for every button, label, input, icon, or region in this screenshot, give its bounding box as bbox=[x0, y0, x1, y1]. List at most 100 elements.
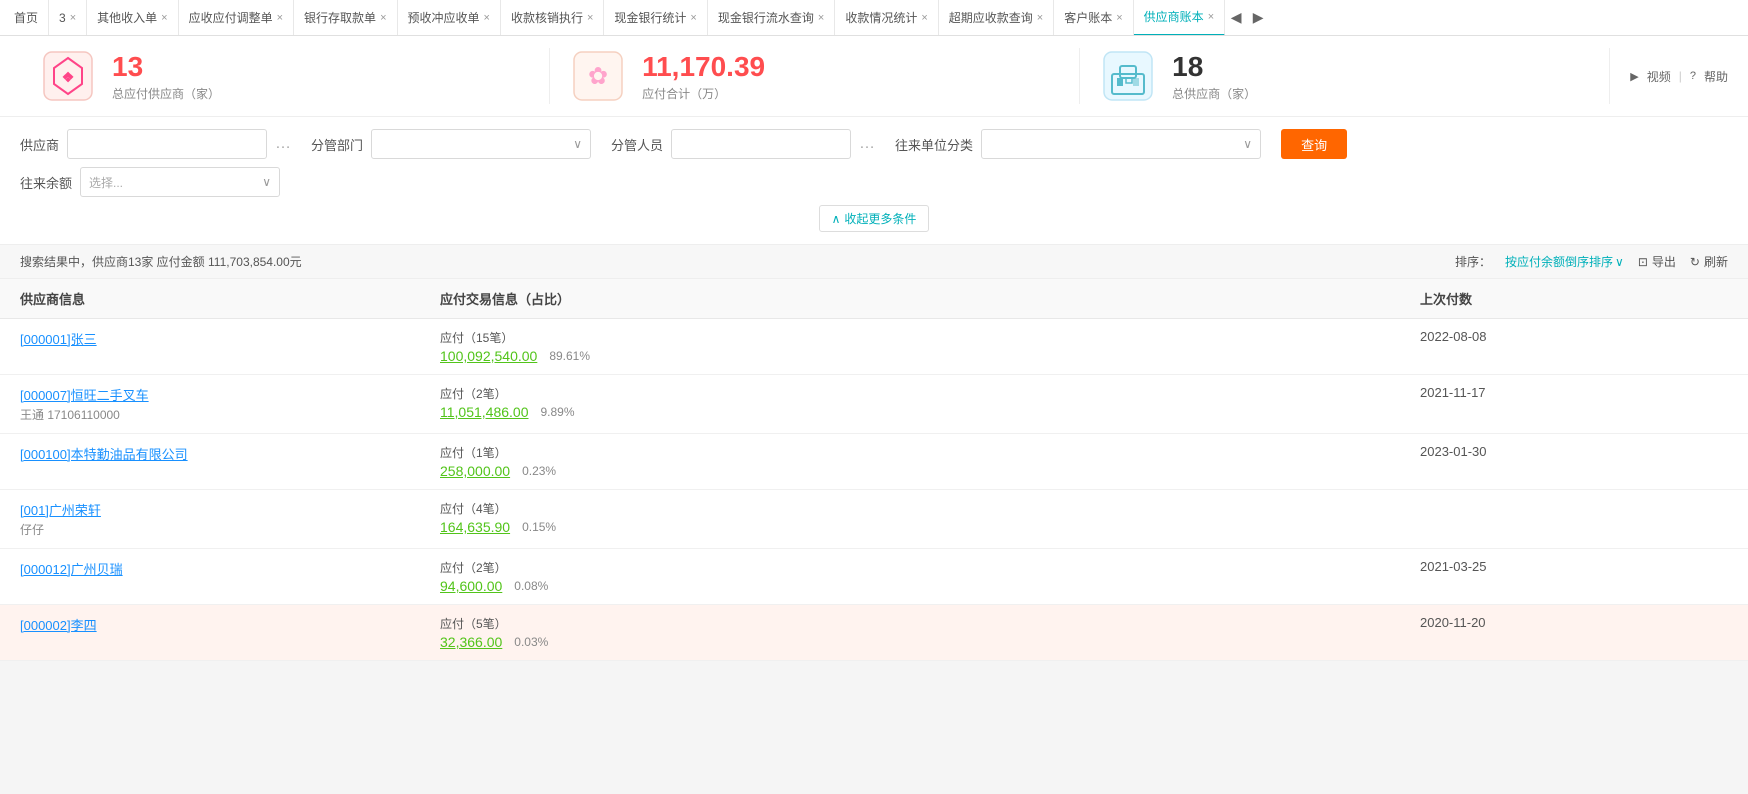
nav-tab-supplier-account[interactable]: 供应商账本 × bbox=[1134, 0, 1225, 36]
nav-tab-cash-bank-stats-label: 现金银行统计 bbox=[614, 9, 686, 26]
last-pay-date-cell: 2020-11-20 bbox=[1400, 605, 1748, 661]
supplier-link[interactable]: [000007]恒旺二手叉车 bbox=[20, 388, 149, 403]
nav-tab-overdue-collect[interactable]: 超期应收款查询 × bbox=[939, 0, 1054, 36]
nav-tab-prepay-collect[interactable]: 预收冲应收单 × bbox=[398, 0, 501, 36]
nav-tab-collect-stats[interactable]: 收款情况统计 × bbox=[835, 0, 938, 36]
refresh-icon: ↻ bbox=[1690, 255, 1700, 269]
supplier-link[interactable]: [000002]李四 bbox=[20, 618, 97, 633]
nav-tab-cash-bank-stats[interactable]: 现金银行统计 × bbox=[604, 0, 707, 36]
balance-select[interactable]: 选择... ∨ bbox=[80, 167, 280, 197]
sort-value: 按应付余额倒序排序 bbox=[1505, 253, 1613, 270]
nav-tab-cash-bank-flow[interactable]: 现金银行流水查询 × bbox=[708, 0, 835, 36]
close-icon[interactable]: × bbox=[587, 12, 593, 24]
last-pay-date-cell: 2021-11-17 bbox=[1400, 375, 1748, 434]
nav-tab-bank-deposit[interactable]: 银行存取款单 × bbox=[294, 0, 397, 36]
payable-info-cell: 应付（5笔）32,366.000.03% bbox=[420, 605, 800, 661]
pay-amount-link[interactable]: 11,051,486.00 bbox=[440, 404, 529, 420]
supplier-link[interactable]: [000100]本特勤油品有限公司 bbox=[20, 447, 188, 462]
pay-count: 应付（4笔） bbox=[440, 500, 780, 517]
filter-person: 分管人员 … bbox=[611, 129, 875, 159]
export-button[interactable]: ⊡ 导出 bbox=[1638, 253, 1676, 270]
supplier-info-cell: [000002]李四 bbox=[0, 605, 420, 661]
refresh-button[interactable]: ↻ 刷新 bbox=[1690, 253, 1728, 270]
nav-tab-ap-adjust[interactable]: 应收应付调整单 × bbox=[179, 0, 294, 36]
dept-select[interactable]: ∨ bbox=[371, 129, 591, 159]
close-icon[interactable]: × bbox=[484, 12, 490, 24]
pct-bar-cell bbox=[800, 605, 1400, 661]
category-select[interactable]: ∨ bbox=[981, 129, 1261, 159]
stat-payable-total: ✿ 11,170.39 应付合计（万） bbox=[550, 48, 1080, 104]
payable-info-cell: 应付（4笔） 164,635.90 0.15% bbox=[420, 490, 800, 549]
sort-select[interactable]: 按应付余额倒序排序 ∨ bbox=[1505, 253, 1624, 270]
category-label: 往来单位分类 bbox=[895, 135, 973, 154]
filter-balance: 往来余额 选择... ∨ bbox=[20, 167, 280, 197]
payable-total-count: 11,170.39 bbox=[642, 50, 765, 84]
close-icon[interactable]: × bbox=[70, 12, 76, 24]
close-icon[interactable]: × bbox=[1208, 11, 1214, 23]
payable-total-icon: ✿ bbox=[570, 48, 626, 104]
video-link[interactable]: 视频 bbox=[1647, 68, 1671, 85]
close-icon[interactable]: × bbox=[921, 12, 927, 24]
pay-percentage: 0.15% bbox=[522, 520, 556, 534]
supplier-dots[interactable]: … bbox=[275, 135, 291, 153]
right-actions: 排序： 按应付余额倒序排序 ∨ ⊡ 导出 ↻ 刷新 bbox=[1455, 253, 1728, 270]
query-button[interactable]: 查询 bbox=[1281, 129, 1347, 159]
nav-tab-other-income[interactable]: 其他收入单 × bbox=[87, 0, 178, 36]
nav-next-arrow[interactable]: ▶ bbox=[1247, 0, 1269, 36]
table-row: [000012]广州贝瑞应付（2笔）94,600.000.08%2021-03-… bbox=[0, 549, 1748, 605]
nav-tab-collect-exec-label: 收款核销执行 bbox=[511, 9, 583, 26]
dept-label: 分管部门 bbox=[311, 135, 363, 154]
nav-tab-bank-deposit-label: 银行存取款单 bbox=[304, 9, 376, 26]
help-link[interactable]: 帮助 bbox=[1704, 68, 1728, 85]
close-icon[interactable]: × bbox=[277, 12, 283, 24]
pay-amount-link[interactable]: 100,092,540.00 bbox=[440, 348, 537, 364]
person-input[interactable] bbox=[671, 129, 851, 159]
nav-tab-cash-bank-flow-label: 现金银行流水查询 bbox=[718, 9, 814, 26]
supplier-link[interactable]: [001]广州荣轩 bbox=[20, 503, 101, 518]
payable-total-label: 应付合计（万） bbox=[642, 85, 765, 102]
pay-amount-row: 100,092,540.00 89.61% bbox=[440, 348, 780, 364]
supplier-link[interactable]: [000001]张三 bbox=[20, 332, 97, 347]
close-icon[interactable]: × bbox=[380, 12, 386, 24]
filter-dept: 分管部门 ∨ bbox=[311, 129, 591, 159]
pay-amount-row: 258,000.00 0.23% bbox=[440, 463, 780, 479]
nav-tab-3[interactable]: 3 × bbox=[49, 0, 87, 36]
close-icon[interactable]: × bbox=[161, 12, 167, 24]
pay-percentage: 89.61% bbox=[549, 349, 590, 363]
supplier-link[interactable]: [000012]广州贝瑞 bbox=[20, 562, 123, 577]
last-pay-date-cell: 2022-08-08 bbox=[1400, 319, 1748, 375]
supplier-sub-info: 仔仔 bbox=[20, 521, 400, 538]
close-icon[interactable]: × bbox=[1116, 12, 1122, 24]
supplier-input[interactable] bbox=[67, 129, 267, 159]
payable-suppliers-count: 13 bbox=[112, 50, 220, 84]
nav-tab-overdue-collect-label: 超期应收款查询 bbox=[949, 9, 1033, 26]
supplier-info-cell: [000007]恒旺二手叉车王通 17106110000 bbox=[0, 375, 420, 434]
close-icon[interactable]: × bbox=[690, 12, 696, 24]
stat-total-suppliers: 18 总供应商（家） bbox=[1080, 48, 1610, 104]
pay-amount-link[interactable]: 94,600.00 bbox=[440, 578, 502, 594]
person-label: 分管人员 bbox=[611, 135, 663, 154]
pay-amount-link[interactable]: 32,366.00 bbox=[440, 634, 502, 650]
payable-suppliers-info: 13 总应付供应商（家） bbox=[112, 50, 220, 103]
refresh-label: 刷新 bbox=[1704, 253, 1728, 270]
total-suppliers-icon bbox=[1100, 48, 1156, 104]
nav-tab-home[interactable]: 首页 bbox=[4, 0, 49, 36]
close-icon[interactable]: × bbox=[818, 12, 824, 24]
nav-prev-arrow[interactable]: ◀ bbox=[1225, 0, 1247, 36]
nav-tab-collect-exec[interactable]: 收款核销执行 × bbox=[501, 0, 604, 36]
collapse-button[interactable]: ∧ 收起更多条件 bbox=[819, 205, 930, 232]
balance-placeholder: 选择... bbox=[89, 174, 123, 191]
pay-percentage: 0.23% bbox=[522, 464, 556, 478]
filter-section: 供应商 … 分管部门 ∨ 分管人员 … 往来单位分类 ∨ 查询 往来余额 bbox=[0, 117, 1748, 245]
pay-count: 应付（5笔） bbox=[440, 615, 780, 632]
pay-amount-link[interactable]: 164,635.90 bbox=[440, 519, 510, 535]
pay-count: 应付（2笔） bbox=[440, 385, 780, 402]
video-icon: ▶ bbox=[1630, 70, 1638, 83]
person-dots[interactable]: … bbox=[859, 135, 875, 153]
nav-tab-customer-account[interactable]: 客户账本 × bbox=[1054, 0, 1133, 36]
pay-amount-link[interactable]: 258,000.00 bbox=[440, 463, 510, 479]
close-icon[interactable]: × bbox=[1037, 12, 1043, 24]
nav-tab-home-label: 首页 bbox=[14, 9, 38, 26]
stats-bar: ❖ 13 总应付供应商（家） ✿ 11,170.39 应付合计（万） bbox=[0, 36, 1748, 117]
balance-chevron-icon: ∨ bbox=[262, 175, 271, 189]
